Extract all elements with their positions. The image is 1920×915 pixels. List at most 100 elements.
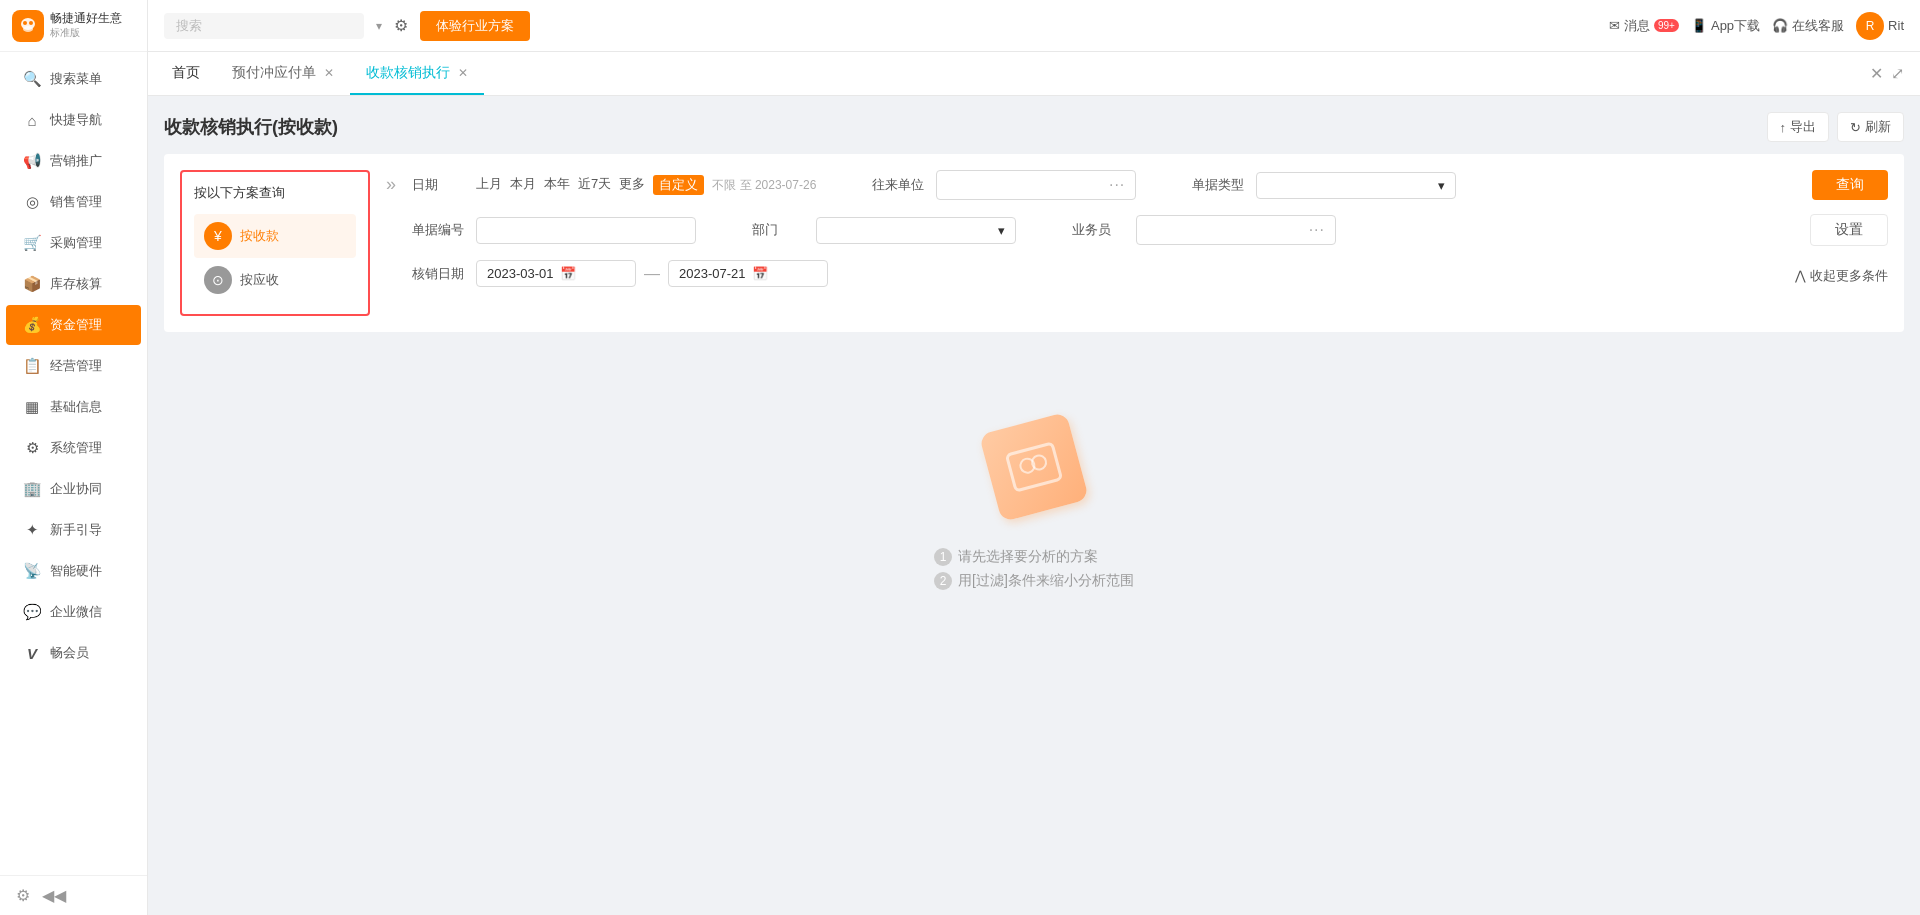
filter-option-by-receivable[interactable]: ⊙ 按应收 [194,258,356,302]
tabbar-close-icon[interactable]: ✕ [1870,64,1883,83]
home-icon: ⌂ [22,110,42,130]
user-name: Rit [1888,18,1904,33]
empty-tip-2: 2 用[过滤]条件来缩小分析范围 [934,572,1134,590]
doctype-label: 单据类型 [1192,176,1248,194]
settings-bottom-icon[interactable]: ⚙ [16,886,30,905]
docno-input[interactable] [476,217,696,244]
date-this-year[interactable]: 本年 [544,175,570,195]
inventory-icon: 📦 [22,274,42,294]
filter-fields: 日期 上月 本月 本年 近7天 更多 自定义 不限 至 2023-07-26 [412,170,1888,316]
salesperson-select[interactable]: ··· [1136,215,1336,245]
counterparty-dots[interactable]: ··· [1109,176,1125,194]
sidebar-label-system: 系统管理 [50,439,102,457]
topbar: 搜索 ▾ ⚙ 体验行业方案 ✉ 消息 99+ 📱 App下载 🎧 在线客服 R … [148,0,1920,52]
date-this-month[interactable]: 本月 [510,175,536,195]
filter-option-by-receipt[interactable]: ¥ 按收款 [194,214,356,258]
refresh-button[interactable]: ↻ 刷新 [1837,112,1904,142]
sidebar-item-wecom[interactable]: 💬 企业微信 [6,592,141,632]
sidebar-item-basicinfo[interactable]: ▦ 基础信息 [6,387,141,427]
svg-point-1 [23,26,33,32]
hardware-icon: 📡 [22,561,42,581]
tab-prepay-close[interactable]: ✕ [324,66,334,80]
sidebar-item-operations[interactable]: 📋 经营管理 [6,346,141,386]
marketing-icon: 📢 [22,151,42,171]
sidebar-label-marketing: 营销推广 [50,152,102,170]
settings-button[interactable]: 设置 [1810,214,1888,246]
filter-collapse-left[interactable]: » [386,170,396,316]
verifydate-start[interactable]: 2023-03-01 📅 [476,260,636,287]
svg-point-2 [23,21,27,25]
collapse-more-btn[interactable]: ⋀ 收起更多条件 [1795,267,1888,285]
tabbar-expand-icon[interactable]: ⤢ [1891,64,1904,83]
online-service-button[interactable]: 🎧 在线客服 [1772,17,1844,35]
sidebar-item-newguide[interactable]: ✦ 新手引导 [6,510,141,550]
page-inner: 收款核销执行(按收款) ↑ 导出 ↻ 刷新 按以下方案查询 [148,96,1920,686]
date-last-month[interactable]: 上月 [476,175,502,195]
sidebar-item-marketing[interactable]: 📢 营销推广 [6,141,141,181]
sidebar-item-purchase[interactable]: 🛒 采购管理 [6,223,141,263]
sidebar-item-finance[interactable]: 💰 资金管理 [6,305,141,345]
sidebar-item-search[interactable]: 🔍 搜索菜单 [6,59,141,99]
doctype-select[interactable]: ▾ [1256,172,1456,199]
logo-icon [12,10,44,42]
verifydate-end[interactable]: 2023-07-21 📅 [668,260,828,287]
tab-prepay[interactable]: 预付冲应付单 ✕ [216,52,350,95]
tab-receivable-label: 收款核销执行 [366,64,450,82]
cube-face [1005,441,1064,493]
salesperson-dots[interactable]: ··· [1309,221,1325,239]
tab-home[interactable]: 首页 [156,52,216,95]
export-button[interactable]: ↑ 导出 [1767,112,1830,142]
filter-row-1: 日期 上月 本月 本年 近7天 更多 自定义 不限 至 2023-07-26 [412,170,1888,200]
filter-row-3: 核销日期 2023-03-01 📅 — 2023-07-21 📅 [412,260,1888,287]
date-hint: 不限 至 2023-07-26 [712,177,816,194]
sidebar-label-collab: 企业协同 [50,480,102,498]
tab-receivable[interactable]: 收款核销执行 ✕ [350,52,484,95]
filter-panel-title: 按以下方案查询 [194,184,356,202]
solution-button[interactable]: 体验行业方案 [420,11,530,41]
dept-select[interactable]: ▾ [816,217,1016,244]
date-custom-badge[interactable]: 自定义 [653,175,704,195]
docno-label: 单据编号 [412,221,468,239]
logo-area: 畅捷通好生意 标准版 [0,0,147,52]
tip-num-2: 2 [934,572,952,590]
salesperson-label: 业务员 [1072,221,1128,239]
page-content: 收款核销执行(按收款) ↑ 导出 ↻ 刷新 按以下方案查询 [148,96,1920,915]
sidebar-item-quicknav[interactable]: ⌂ 快捷导航 [6,100,141,140]
sidebar-item-system[interactable]: ⚙ 系统管理 [6,428,141,468]
export-label: 导出 [1790,118,1816,136]
user-area[interactable]: R Rit [1856,12,1904,40]
sidebar-label-purchase: 采购管理 [50,234,102,252]
collapse-sidebar-icon[interactable]: ◀◀ [42,886,66,905]
date-more[interactable]: 更多 [619,175,645,195]
member-icon: V [22,643,42,663]
query-button[interactable]: 查询 [1812,170,1888,200]
receipt-icon: ¥ [204,222,232,250]
counterparty-select[interactable]: ··· [936,170,1136,200]
sidebar-label-quicknav: 快捷导航 [50,111,102,129]
topbar-gear-icon[interactable]: ⚙ [394,16,408,35]
svg-point-3 [29,21,33,25]
doctype-chevron: ▾ [1438,178,1445,193]
page-actions: ↑ 导出 ↻ 刷新 [1767,112,1905,142]
sidebar-item-collab[interactable]: 🏢 企业协同 [6,469,141,509]
tab-receivable-close[interactable]: ✕ [458,66,468,80]
date-last-7[interactable]: 近7天 [578,175,611,195]
dept-label: 部门 [752,221,808,239]
sidebar-item-inventory[interactable]: 📦 库存核算 [6,264,141,304]
logo-badge: 标准版 [50,26,122,40]
sidebar-label-operations: 经营管理 [50,357,102,375]
newguide-icon: ✦ [22,520,42,540]
tip-text-2: 用[过滤]条件来缩小分析范围 [958,572,1134,590]
export-icon: ↑ [1780,120,1787,135]
system-icon: ⚙ [22,438,42,458]
filter-counterparty-group: 往来单位 ··· [872,170,1136,200]
sidebar-item-hardware[interactable]: 📡 智能硬件 [6,551,141,591]
purchase-icon: 🛒 [22,233,42,253]
tip-num-1: 1 [934,548,952,566]
service-label: 在线客服 [1792,17,1844,35]
sidebar-item-sales[interactable]: ◎ 销售管理 [6,182,141,222]
topbar-chevron-icon[interactable]: ▾ [376,19,382,33]
app-download-button[interactable]: 📱 App下载 [1691,17,1760,35]
sidebar-item-member[interactable]: V 畅会员 [6,633,141,673]
message-button[interactable]: ✉ 消息 99+ [1609,17,1679,35]
